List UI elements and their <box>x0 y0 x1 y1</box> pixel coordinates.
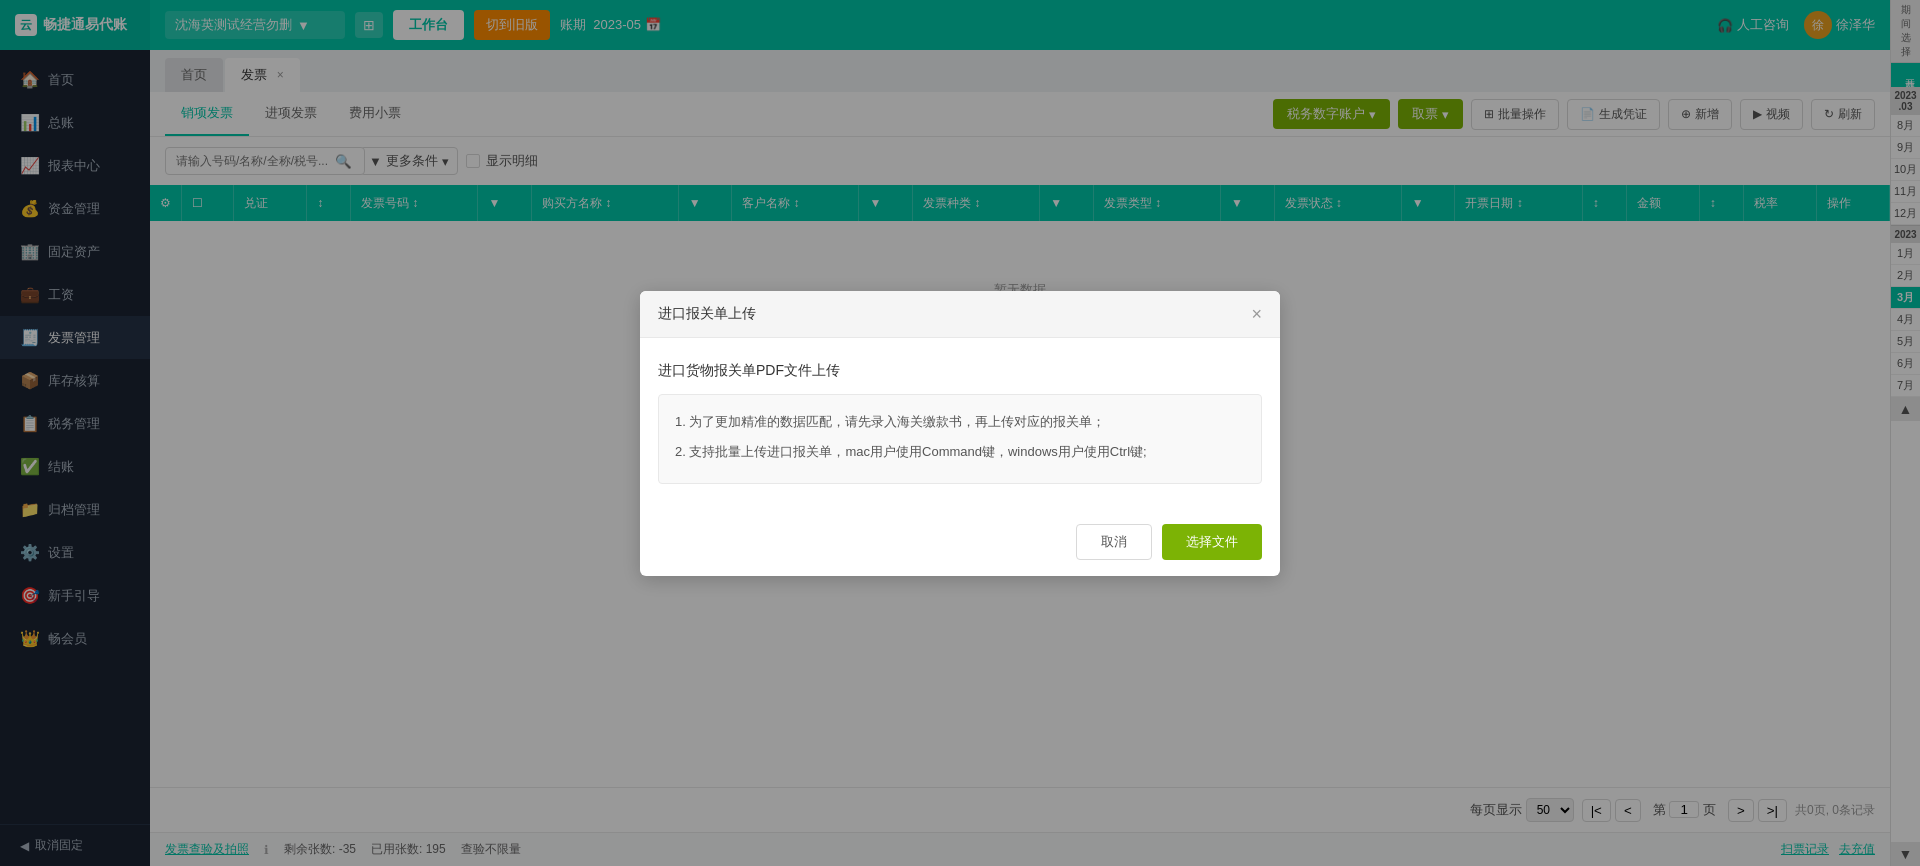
modal-footer: 取消 选择文件 <box>640 508 1280 576</box>
modal-close-button[interactable]: × <box>1251 305 1262 323</box>
modal-header: 进口报关单上传 × <box>640 291 1280 338</box>
modal-section-title: 进口货物报关单PDF文件上传 <box>658 362 1262 380</box>
import-customs-modal: 进口报关单上传 × 进口货物报关单PDF文件上传 1. 为了更加精准的数据匹配，… <box>640 291 1280 576</box>
cancel-button[interactable]: 取消 <box>1076 524 1152 560</box>
select-file-button[interactable]: 选择文件 <box>1162 524 1262 560</box>
instruction-2: 2. 支持批量上传进口报关单，mac用户使用Command键，windows用户… <box>675 439 1245 465</box>
modal-info-box: 1. 为了更加精准的数据匹配，请先录入海关缴款书，再上传对应的报关单； 2. 支… <box>658 394 1262 484</box>
modal-title: 进口报关单上传 <box>658 305 756 323</box>
modal-overlay[interactable]: 进口报关单上传 × 进口货物报关单PDF文件上传 1. 为了更加精准的数据匹配，… <box>0 0 1920 866</box>
instruction-1: 1. 为了更加精准的数据匹配，请先录入海关缴款书，再上传对应的报关单； <box>675 409 1245 435</box>
modal-body: 进口货物报关单PDF文件上传 1. 为了更加精准的数据匹配，请先录入海关缴款书，… <box>640 338 1280 508</box>
